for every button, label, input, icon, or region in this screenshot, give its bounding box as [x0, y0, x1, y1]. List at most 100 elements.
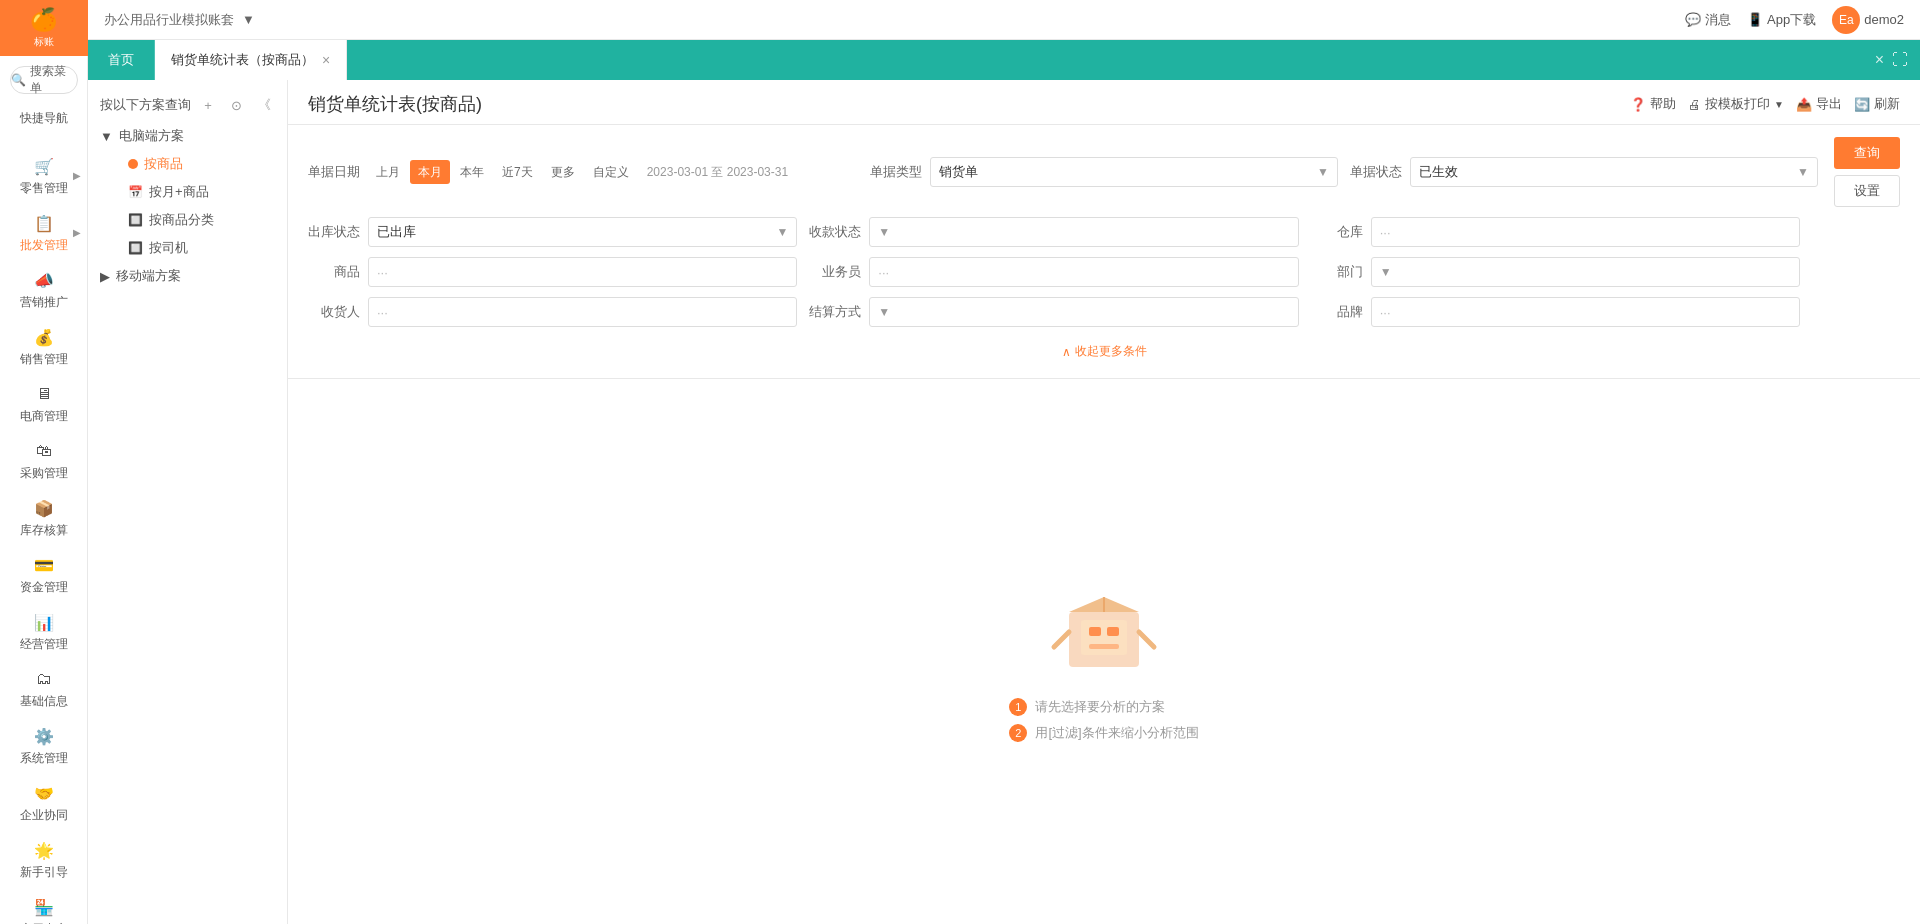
- date-tab-custom[interactable]: 自定义: [585, 160, 637, 184]
- filter-row-4: 收货人 ··· 结算方式 ▼ 品牌 ···: [308, 297, 1900, 327]
- empty-text-item-2: 2 用[过滤]条件来缩小分析范围: [1009, 724, 1198, 742]
- sidebar-item-newbie[interactable]: 🌟 新手引导: [0, 830, 87, 887]
- filter-row-1: 单据日期 上月 本月 本年 近7天 更多 自定义 2023-03-01 至 20…: [308, 137, 1900, 207]
- date-tab-7days[interactable]: 近7天: [494, 160, 541, 184]
- logo-text: 标账: [34, 35, 54, 49]
- sidebar-label-wholesale: 批发管理: [20, 237, 68, 254]
- tree-item-by-product[interactable]: 按商品: [96, 150, 287, 178]
- template-print-button[interactable]: 🖨 按模板打印 ▼: [1688, 95, 1784, 113]
- sidebar-item-enterprise[interactable]: 🤝 企业协同: [0, 773, 87, 830]
- settlement-control[interactable]: ▼: [869, 297, 1298, 327]
- sidebar-item-appstore[interactable]: 🏪 应用中心: [0, 887, 87, 924]
- template-print-label: 按模板打印: [1705, 95, 1770, 113]
- svg-rect-4: [1089, 627, 1101, 636]
- product-dots: ···: [377, 265, 388, 280]
- tab-minimize-button[interactable]: ×: [1875, 51, 1884, 69]
- sidebar-item-sales[interactable]: 💰 销售管理: [0, 317, 87, 374]
- sidebar-item-finance[interactable]: 💳 资金管理: [0, 545, 87, 602]
- date-tab-this-month[interactable]: 本月: [410, 160, 450, 184]
- sidebar-item-ecommerce[interactable]: 🖥 电商管理: [0, 374, 87, 431]
- quick-nav-button[interactable]: 快捷导航: [10, 104, 78, 132]
- doc-status-control[interactable]: 已生效 ▼: [1410, 157, 1818, 187]
- sidebar-item-basics[interactable]: 🗂 基础信息: [0, 659, 87, 716]
- main-area: 办公用品行业模拟账套 ▼ 💬 消息 📱 App下载 Ea demo2 首页 销货…: [88, 0, 1920, 924]
- query-button[interactable]: 查询: [1834, 137, 1900, 169]
- svg-rect-6: [1089, 644, 1119, 649]
- tab-home[interactable]: 首页: [88, 40, 155, 80]
- payment-status-control[interactable]: ▼: [869, 217, 1298, 247]
- refresh-label: 刷新: [1874, 95, 1900, 113]
- filter-stock-status-field: 出库状态 已出库 ▼: [308, 217, 797, 247]
- date-tab-this-year[interactable]: 本年: [452, 160, 492, 184]
- doc-type-label: 单据类型: [870, 163, 930, 181]
- tree-mobile-label: 移动端方案: [116, 267, 181, 285]
- appstore-icon: 🏪: [32, 895, 56, 919]
- tab-active[interactable]: 销货单统计表（按商品） ×: [155, 40, 347, 80]
- brand-control[interactable]: ···: [1371, 297, 1800, 327]
- tree-group-mobile[interactable]: ▶ 移动端方案: [88, 262, 287, 290]
- dept-label: 部门: [1311, 263, 1371, 281]
- collapse-bar[interactable]: ∧ 收起更多条件: [308, 337, 1900, 366]
- stock-status-control[interactable]: 已出库 ▼: [368, 217, 797, 247]
- salesperson-control[interactable]: ···: [869, 257, 1298, 287]
- quick-nav-area: 快捷导航: [0, 100, 87, 138]
- doc-type-control[interactable]: 销货单 ▼: [930, 157, 1338, 187]
- warehouse-dots: ···: [1380, 225, 1391, 240]
- date-tab-last-month[interactable]: 上月: [368, 160, 408, 184]
- panel-collapse-button[interactable]: 《: [253, 94, 275, 116]
- product-control[interactable]: ···: [368, 257, 797, 287]
- tree-item-by-month-product[interactable]: 📅 按月+商品: [96, 178, 287, 206]
- settings-button[interactable]: 设置: [1834, 175, 1900, 207]
- filter-area: 单据日期 上月 本月 本年 近7天 更多 自定义 2023-03-01 至 20…: [288, 125, 1920, 379]
- recipient-dots: ···: [377, 305, 388, 320]
- panel-header: 按以下方案查询 + ⊙ 《: [88, 88, 287, 122]
- help-label: 帮助: [1650, 95, 1676, 113]
- tree-item-by-cashier[interactable]: 🔲 按司机: [96, 234, 287, 262]
- warehouse-control[interactable]: ···: [1371, 217, 1800, 247]
- sidebar-item-inventory[interactable]: 📦 库存核算: [0, 488, 87, 545]
- logo-icon: 🍊: [30, 7, 57, 33]
- empty-illustration: [1039, 562, 1169, 682]
- panel-settings-button[interactable]: ⊙: [225, 94, 247, 116]
- sidebar-item-retail[interactable]: 🛒 零售管理 ▶: [0, 146, 87, 203]
- tab-maximize-button[interactable]: ⛶: [1892, 51, 1908, 69]
- sidebar-label-retail: 零售管理: [20, 180, 68, 197]
- export-button[interactable]: 📤 导出: [1796, 95, 1842, 113]
- by-product-label: 按商品: [144, 155, 183, 173]
- panel-add-button[interactable]: +: [197, 94, 219, 116]
- download-icon: 📱: [1747, 12, 1763, 27]
- wholesale-arrow: ▶: [73, 226, 81, 237]
- sidebar-label-ecommerce: 电商管理: [20, 408, 68, 425]
- date-tabs: 上月 本月 本年 近7天 更多 自定义: [368, 160, 637, 184]
- header-dropdown[interactable]: ▼: [242, 12, 255, 27]
- sidebar-search-area: 🔍 搜索菜单: [0, 56, 87, 100]
- recipient-label: 收货人: [308, 303, 368, 321]
- sidebar-item-operations[interactable]: 📊 经营管理: [0, 602, 87, 659]
- dept-control[interactable]: ▼: [1371, 257, 1800, 287]
- recipient-control[interactable]: ···: [368, 297, 797, 327]
- refresh-button[interactable]: 🔄 刷新: [1854, 95, 1900, 113]
- date-tab-more[interactable]: 更多: [543, 160, 583, 184]
- by-cashier-icon: 🔲: [128, 241, 143, 255]
- sidebar-item-marketing[interactable]: 📣 营销推广: [0, 260, 87, 317]
- app-download-button[interactable]: 📱 App下载: [1747, 11, 1816, 29]
- search-menu-button[interactable]: 🔍 搜索菜单: [10, 66, 78, 94]
- tab-close-button[interactable]: ×: [322, 52, 330, 68]
- user-profile[interactable]: Ea demo2: [1832, 6, 1904, 34]
- sidebar-label-system: 系统管理: [20, 750, 68, 767]
- refresh-icon: 🔄: [1854, 97, 1870, 112]
- tree-group-desktop[interactable]: ▼ 电脑端方案: [88, 122, 287, 150]
- tree-mobile-arrow: ▶: [100, 269, 110, 284]
- sidebar-label-finance: 资金管理: [20, 579, 68, 596]
- sidebar-item-purchase[interactable]: 🛍 采购管理: [0, 431, 87, 488]
- help-button[interactable]: ❓ 帮助: [1630, 95, 1676, 113]
- left-panel: 按以下方案查询 + ⊙ 《 ▼ 电脑端方案 按商品 📅 按月+: [88, 80, 288, 924]
- doc-type-arrow: ▼: [1317, 165, 1329, 179]
- svg-line-7: [1054, 632, 1069, 647]
- message-button[interactable]: 💬 消息: [1685, 11, 1731, 29]
- empty-state: 1 请先选择要分析的方案 2 用[过滤]条件来缩小分析范围: [1009, 562, 1198, 742]
- system-icon: ⚙️: [32, 724, 56, 748]
- sidebar-item-wholesale[interactable]: 📋 批发管理 ▶: [0, 203, 87, 260]
- sidebar-item-system[interactable]: ⚙️ 系统管理: [0, 716, 87, 773]
- tree-item-by-category[interactable]: 🔲 按商品分类: [96, 206, 287, 234]
